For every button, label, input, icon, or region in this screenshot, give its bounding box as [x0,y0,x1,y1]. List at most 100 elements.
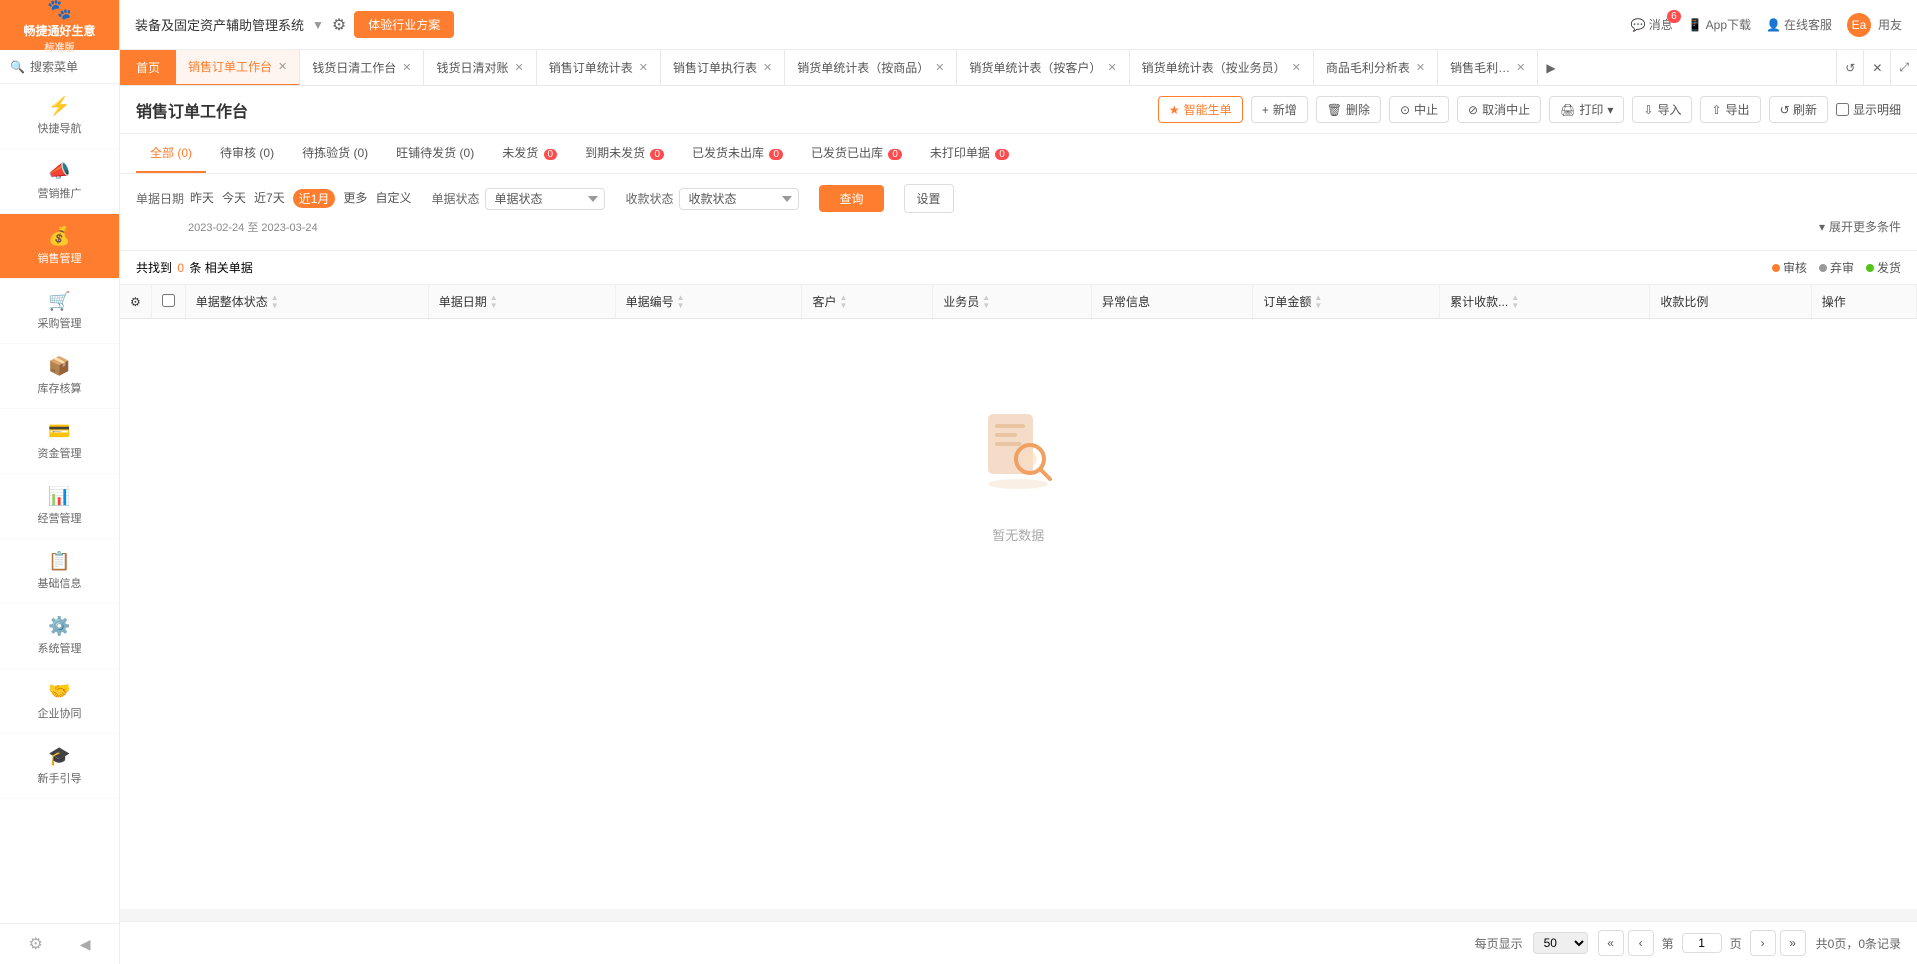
tab-cash-reconcile[interactable]: 钱货日清对账 ✕ [424,50,536,86]
status-select[interactable]: 单据状态 [485,188,605,210]
cancel-stop-icon: ⊘ [1468,103,1478,117]
print-button[interactable]: 🖨 打印 ▾ [1549,96,1624,123]
show-detail-checkbox[interactable]: 显示明细 [1836,101,1901,118]
delete-button[interactable]: 🗑 删除 [1316,96,1381,123]
date-more[interactable]: 更多 [343,189,367,208]
subtab-all[interactable]: 全部 (0) [136,134,206,173]
settings-filter-button[interactable]: 设置 [904,184,954,213]
th-cumulative-payment[interactable]: 累计收款... ▲▼ [1440,285,1650,319]
expand-more-button[interactable]: ▾ 展开更多条件 [1819,218,1901,235]
th-exception[interactable]: 异常信息 [1091,285,1252,319]
th-number[interactable]: 单据编号 ▲▼ [615,285,802,319]
tab-cash-reconcile-close[interactable]: ✕ [515,61,524,74]
tab-sales-close[interactable]: ✕ [278,60,287,73]
cancel-stop-button[interactable]: ⊘ 取消中止 [1457,96,1541,123]
approve-action[interactable]: 审核 [1772,259,1807,276]
sidebar-settings-icon[interactable]: ⚙ [28,934,42,954]
solution-button[interactable]: 体验行业方案 [354,11,454,38]
page-last-button[interactable]: » [1780,930,1806,956]
subtab-pending-review[interactable]: 待审核 (0) [206,134,288,173]
subtab-wangpu-pending[interactable]: 旺铺待发货 (0) [382,134,488,173]
tab-sales-workbench[interactable]: 销售订单工作台 ✕ [176,50,300,86]
tab-sales-exec-close[interactable]: ✕ [763,61,772,74]
show-detail-input[interactable] [1836,103,1849,116]
ship-action[interactable]: 发货 [1866,259,1901,276]
tab-more-button[interactable]: ▶ [1538,61,1563,75]
sidebar-item-inventory[interactable]: 📦 库存核算 [0,344,119,409]
tab-sales-profit[interactable]: 销售毛利… ✕ [1438,50,1538,86]
refresh-button[interactable]: ↺ 刷新 [1769,96,1828,123]
sidebar-item-marketing[interactable]: 📣 营销推广 [0,149,119,214]
sidebar-item-cooperation[interactable]: 🤝 企业协同 [0,669,119,734]
tab-sales-staff-stats-close[interactable]: ✕ [1292,61,1301,74]
page-next-button[interactable]: › [1750,930,1776,956]
tab-close-all-button[interactable]: ✕ [1863,50,1890,86]
tab-sales-staff-stats[interactable]: 销货单统计表（按业务员） ✕ [1130,50,1314,86]
date-7days[interactable]: 近7天 [254,189,285,208]
tab-home[interactable]: 首页 [120,50,176,86]
add-button[interactable]: + 新增 [1251,96,1308,123]
sidebar-item-management[interactable]: 📊 经营管理 [0,474,119,539]
tab-profit-analysis[interactable]: 商品毛利分析表 ✕ [1314,50,1438,86]
subtab-pending-check[interactable]: 待拣验货 (0) [288,134,382,173]
import-button[interactable]: ⇩ 导入 [1632,96,1692,123]
smart-generate-button[interactable]: ★ 智能生单 [1158,96,1243,123]
th-checkbox[interactable] [151,285,185,319]
page-input[interactable] [1682,933,1722,953]
th-customer[interactable]: 客户 ▲▼ [802,285,933,319]
sidebar-item-finance[interactable]: 💳 资金管理 [0,409,119,474]
online-service-button[interactable]: 👤 在线客服 [1766,16,1832,33]
tab-sales-profit-close[interactable]: ✕ [1516,61,1525,74]
stop-button[interactable]: ⊙ 中止 [1389,96,1449,123]
tab-cash-daily-close[interactable]: ✕ [402,61,411,74]
unapprove-action[interactable]: 弃审 [1819,259,1854,276]
page-first-button[interactable]: « [1598,930,1624,956]
page-prev-button[interactable]: ‹ [1628,930,1654,956]
tab-sales-product-stats[interactable]: 销货单统计表（按商品） ✕ [785,50,957,86]
export-button[interactable]: ⇧ 导出 [1700,96,1760,123]
tab-sales-customer-stats[interactable]: 销货单统计表（按客户） ✕ [957,50,1129,86]
tab-sales-stats-close[interactable]: ✕ [639,61,648,74]
subtab-unshipped[interactable]: 未发货 0 [488,134,571,173]
th-staff[interactable]: 业务员 ▲▼ [933,285,1092,319]
sidebar-item-purchase[interactable]: 🛒 采购管理 [0,279,119,344]
sidebar-item-system[interactable]: ⚙️ 系统管理 [0,604,119,669]
select-all-checkbox[interactable] [162,294,175,307]
th-date[interactable]: 单据日期 ▲▼ [428,285,615,319]
date-custom[interactable]: 自定义 [375,189,411,208]
message-button[interactable]: 💬 消息 6 [1631,16,1673,33]
user-menu-button[interactable]: Ea 用友 [1847,13,1902,37]
sidebar-collapse-icon[interactable]: ◀ [80,936,91,953]
tab-refresh-button[interactable]: ↺ [1836,50,1863,86]
tab-profit-analysis-close[interactable]: ✕ [1416,61,1425,74]
tab-sales-exec[interactable]: 销售订单执行表 ✕ [661,50,785,86]
sidebar-item-basic-info[interactable]: 📋 基础信息 [0,539,119,604]
page-size-select[interactable]: 10 20 50 100 [1533,932,1588,954]
th-settings[interactable]: ⚙ [120,285,151,319]
system-dropdown-arrow[interactable]: ▼ [312,18,324,32]
tab-fullscreen-button[interactable]: ⤢ [1890,50,1917,86]
query-button[interactable]: 查询 [819,185,883,212]
th-amount[interactable]: 订单金额 ▲▼ [1253,285,1440,319]
sidebar-item-quick-nav[interactable]: ⚡ 快捷导航 [0,84,119,149]
app-download-button[interactable]: 📱 App下载 [1688,16,1751,33]
tab-cash-daily[interactable]: 钱货日清工作台 ✕ [300,50,424,86]
subtab-shipped-not-out[interactable]: 已发货未出库 0 [678,134,797,173]
subtab-shipped-not-out-label: 已发货未出库 [692,146,764,160]
tab-sales-stats[interactable]: 销售订单统计表 ✕ [537,50,661,86]
sidebar-search[interactable]: 🔍 搜索菜单 [0,50,119,84]
tab-sales-customer-stats-close[interactable]: ✕ [1107,61,1116,74]
date-yesterday[interactable]: 昨天 [190,189,214,208]
date-today[interactable]: 今天 [222,189,246,208]
th-status[interactable]: 单据整体状态 ▲▼ [185,285,428,319]
subtab-overdue-unshipped[interactable]: 到期未发货 0 [571,134,678,173]
topbar-settings-icon[interactable]: ⚙ [332,15,346,35]
tab-sales-product-stats-close[interactable]: ✕ [935,61,944,74]
sidebar-item-sales[interactable]: 💰 销售管理 [0,214,119,279]
horizontal-scrollbar[interactable] [120,909,1917,921]
payment-select[interactable]: 收款状态 [679,188,799,210]
subtab-not-printed[interactable]: 未打印单据 0 [916,134,1023,173]
date-1month[interactable]: 近1月 [293,189,336,208]
subtab-shipped-out[interactable]: 已发货已出库 0 [797,134,916,173]
sidebar-item-guide[interactable]: 🎓 新手引导 [0,734,119,799]
